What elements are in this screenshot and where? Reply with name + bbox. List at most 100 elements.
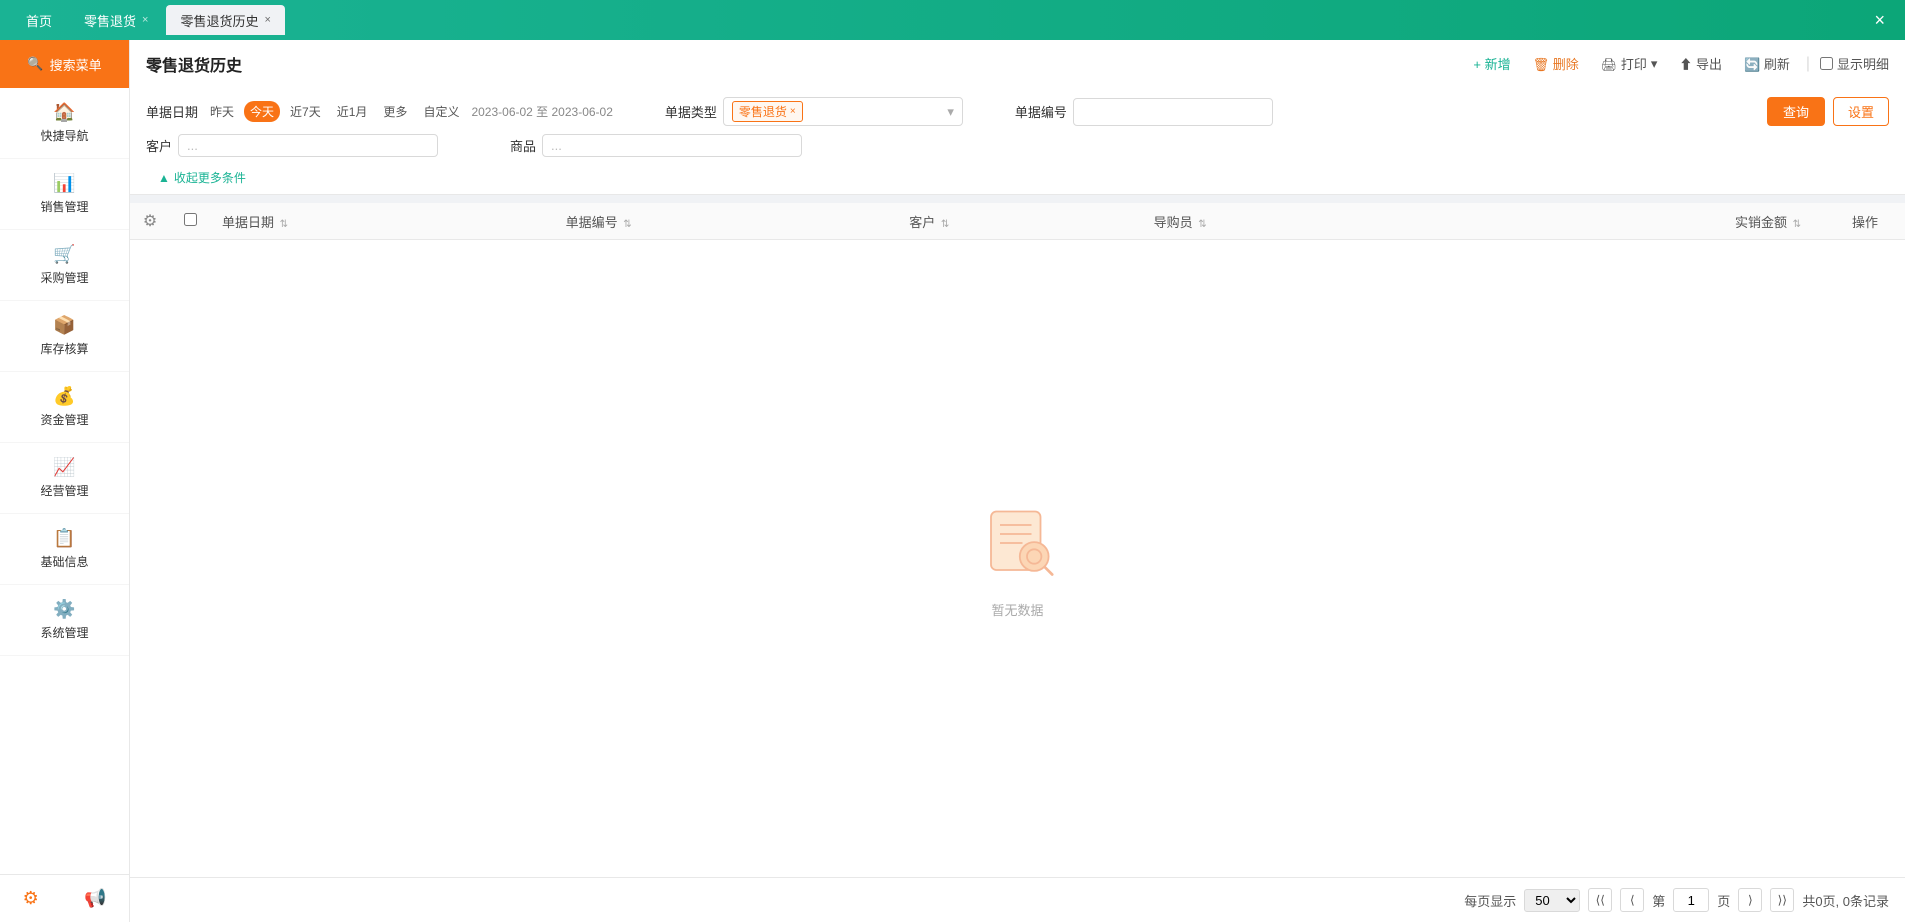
sidebar-item-purchase[interactable]: 🛒 采购管理: [0, 230, 129, 301]
page-label-end: 页: [1717, 891, 1730, 910]
settings-button[interactable]: 设置: [1833, 97, 1889, 126]
th-action: 操作: [1825, 203, 1905, 240]
new-button[interactable]: + 新增: [1467, 50, 1516, 77]
pagination-bar: 每页显示 10 20 50 100 ⟨⟨ ⟨ 第 页 ⟩ ⟩⟩ 共0页, 0条记…: [130, 877, 1905, 922]
purchase-icon: 🛒: [53, 244, 75, 265]
type-tag: 零售退货 ×: [732, 101, 803, 122]
page-label: 第: [1652, 891, 1665, 910]
th-date[interactable]: 单据日期 ⇅: [210, 203, 554, 240]
type-tag-remove[interactable]: ×: [790, 106, 796, 117]
sort-guide-icon: ⇅: [1198, 219, 1206, 230]
collapse-button[interactable]: ▲ 收起更多条件: [146, 165, 1889, 194]
sort-date-icon: ⇅: [280, 219, 288, 230]
customer-filter: 客户 ...: [146, 134, 438, 157]
total-text: 共0页, 0条记录: [1802, 891, 1889, 910]
main-content: 零售退货历史 + 新增 🗑 删除 🖨 打印 ▾ ⬆ 导出: [130, 40, 1905, 922]
page-title: 零售退货历史: [146, 52, 242, 76]
print-button[interactable]: 🖨 打印 ▾: [1595, 50, 1664, 77]
type-select-arrow: ▾: [947, 104, 954, 120]
tab-retail-return[interactable]: 零售退货 ×: [70, 5, 162, 35]
search-icon: 🔍: [27, 56, 43, 72]
close-tab-retail-return-history[interactable]: ×: [264, 14, 270, 26]
th-number[interactable]: 单据编号 ⇅: [554, 203, 898, 240]
tab-retail-return-history[interactable]: 零售退货历史 ×: [166, 5, 284, 35]
type-select[interactable]: 零售退货 × ▾: [723, 97, 963, 126]
voucher-filter: 单据编号: [1015, 98, 1273, 126]
header-actions: + 新增 🗑 删除 🖨 打印 ▾ ⬆ 导出 🔄 刷新 |: [1467, 50, 1889, 77]
sidebar: 🔍 搜索菜单 🏠 快捷导航 📊 销售管理 🛒 采购管理 📦 库存核算 💰 资金管…: [0, 40, 130, 922]
goods-select[interactable]: ...: [542, 134, 802, 157]
empty-text: 暂无数据: [991, 600, 1043, 619]
settings-bottom-icon[interactable]: ⚙: [23, 888, 39, 909]
window-close-button[interactable]: ×: [1866, 10, 1893, 31]
date-options: 昨天 今天 近7天 近1月 更多 自定义: [204, 101, 465, 122]
th-customer[interactable]: 客户 ⇅: [897, 203, 1141, 240]
inventory-icon: 📦: [53, 315, 75, 336]
th-checkbox: [170, 203, 210, 240]
finance-icon: 💰: [53, 386, 75, 407]
date-btn-yesterday[interactable]: 昨天: [204, 101, 240, 122]
home-icon: 🏠: [53, 102, 75, 123]
select-all-checkbox[interactable]: [184, 213, 197, 226]
date-btn-more[interactable]: 更多: [377, 101, 413, 122]
table-container: ⚙ 单据日期 ⇅ 单据编号 ⇅: [130, 203, 1905, 922]
sort-amount-icon: ⇅: [1793, 219, 1801, 230]
page-size-label: 每页显示: [1464, 891, 1516, 910]
main-layout: 🔍 搜索菜单 🏠 快捷导航 📊 销售管理 🛒 采购管理 📦 库存核算 💰 资金管…: [0, 40, 1905, 922]
th-settings: ⚙: [130, 203, 170, 240]
sidebar-item-system[interactable]: ⚙️ 系统管理: [0, 585, 129, 656]
sidebar-item-sales[interactable]: 📊 销售管理: [0, 159, 129, 230]
sales-icon: 📊: [53, 173, 75, 194]
sort-customer-icon: ⇅: [941, 219, 949, 230]
sidebar-item-basic-info[interactable]: 📋 基础信息: [0, 514, 129, 585]
th-amount[interactable]: 实销金额 ⇅: [1436, 203, 1825, 240]
page-number-input[interactable]: [1673, 888, 1709, 912]
customer-select[interactable]: ...: [178, 134, 438, 157]
sidebar-item-inventory[interactable]: 📦 库存核算: [0, 301, 129, 372]
divider: |: [1806, 55, 1810, 73]
date-range-display: 2023-06-02 至 2023-06-02: [471, 103, 612, 120]
sidebar-item-quick-nav[interactable]: 🏠 快捷导航: [0, 88, 129, 159]
empty-state-icon: [973, 498, 1063, 588]
table-gear-icon[interactable]: ⚙: [143, 213, 157, 230]
action-buttons: 查询 设置: [1767, 97, 1889, 126]
collapse-icon: ▲: [158, 171, 170, 185]
type-filter: 单据类型 零售退货 × ▾: [665, 97, 963, 126]
next-page-button[interactable]: ⟩: [1738, 888, 1762, 912]
page-size-select[interactable]: 10 20 50 100: [1524, 889, 1580, 912]
refresh-button[interactable]: 🔄 刷新: [1738, 50, 1796, 77]
delete-button[interactable]: 🗑 删除: [1527, 50, 1585, 77]
volume-icon[interactable]: 📢: [84, 888, 106, 909]
export-button[interactable]: ⬆ 导出: [1673, 50, 1728, 77]
date-btn-today[interactable]: 今天: [244, 101, 280, 122]
date-btn-7days[interactable]: 近7天: [284, 101, 327, 122]
sidebar-bottom: ⚙ 📢: [0, 874, 129, 922]
empty-state: 暂无数据: [130, 240, 1905, 877]
top-bar: 首页 零售退货 × 零售退货历史 × ×: [0, 0, 1905, 40]
close-tab-retail-return[interactable]: ×: [142, 14, 148, 26]
date-btn-1month[interactable]: 近1月: [331, 101, 374, 122]
sidebar-item-operations[interactable]: 📈 经营管理: [0, 443, 129, 514]
basic-info-icon: 📋: [53, 528, 75, 549]
filter-area: 单据日期 昨天 今天 近7天 近1月 更多 自定义 2023-06-02 至 2…: [146, 85, 1889, 194]
sidebar-search[interactable]: 🔍 搜索菜单: [0, 40, 129, 88]
sidebar-item-finance[interactable]: 💰 资金管理: [0, 372, 129, 443]
query-button[interactable]: 查询: [1767, 97, 1825, 126]
show-detail-checkbox[interactable]: [1820, 57, 1833, 70]
data-table: ⚙ 单据日期 ⇅ 单据编号 ⇅: [130, 203, 1905, 240]
operations-icon: 📈: [53, 457, 75, 478]
date-filter: 单据日期 昨天 今天 近7天 近1月 更多 自定义 2023-06-02 至 2…: [146, 101, 613, 122]
table-header-row: ⚙ 单据日期 ⇅ 单据编号 ⇅: [130, 203, 1905, 240]
th-guide[interactable]: 导购员 ⇅: [1142, 203, 1436, 240]
page-header: 零售退货历史 + 新增 🗑 删除 🖨 打印 ▾ ⬆ 导出: [130, 40, 1905, 195]
last-page-button[interactable]: ⟩⟩: [1770, 888, 1794, 912]
goods-filter: 商品 ...: [510, 134, 802, 157]
voucher-input[interactable]: [1073, 98, 1273, 126]
date-btn-custom[interactable]: 自定义: [417, 101, 465, 122]
show-detail-checkbox-label[interactable]: 显示明细: [1820, 54, 1889, 73]
tab-home[interactable]: 首页: [12, 5, 66, 35]
sort-number-icon: ⇅: [623, 219, 631, 230]
first-page-button[interactable]: ⟨⟨: [1588, 888, 1612, 912]
prev-page-button[interactable]: ⟨: [1620, 888, 1644, 912]
print-arrow-icon: ▾: [1651, 56, 1658, 72]
